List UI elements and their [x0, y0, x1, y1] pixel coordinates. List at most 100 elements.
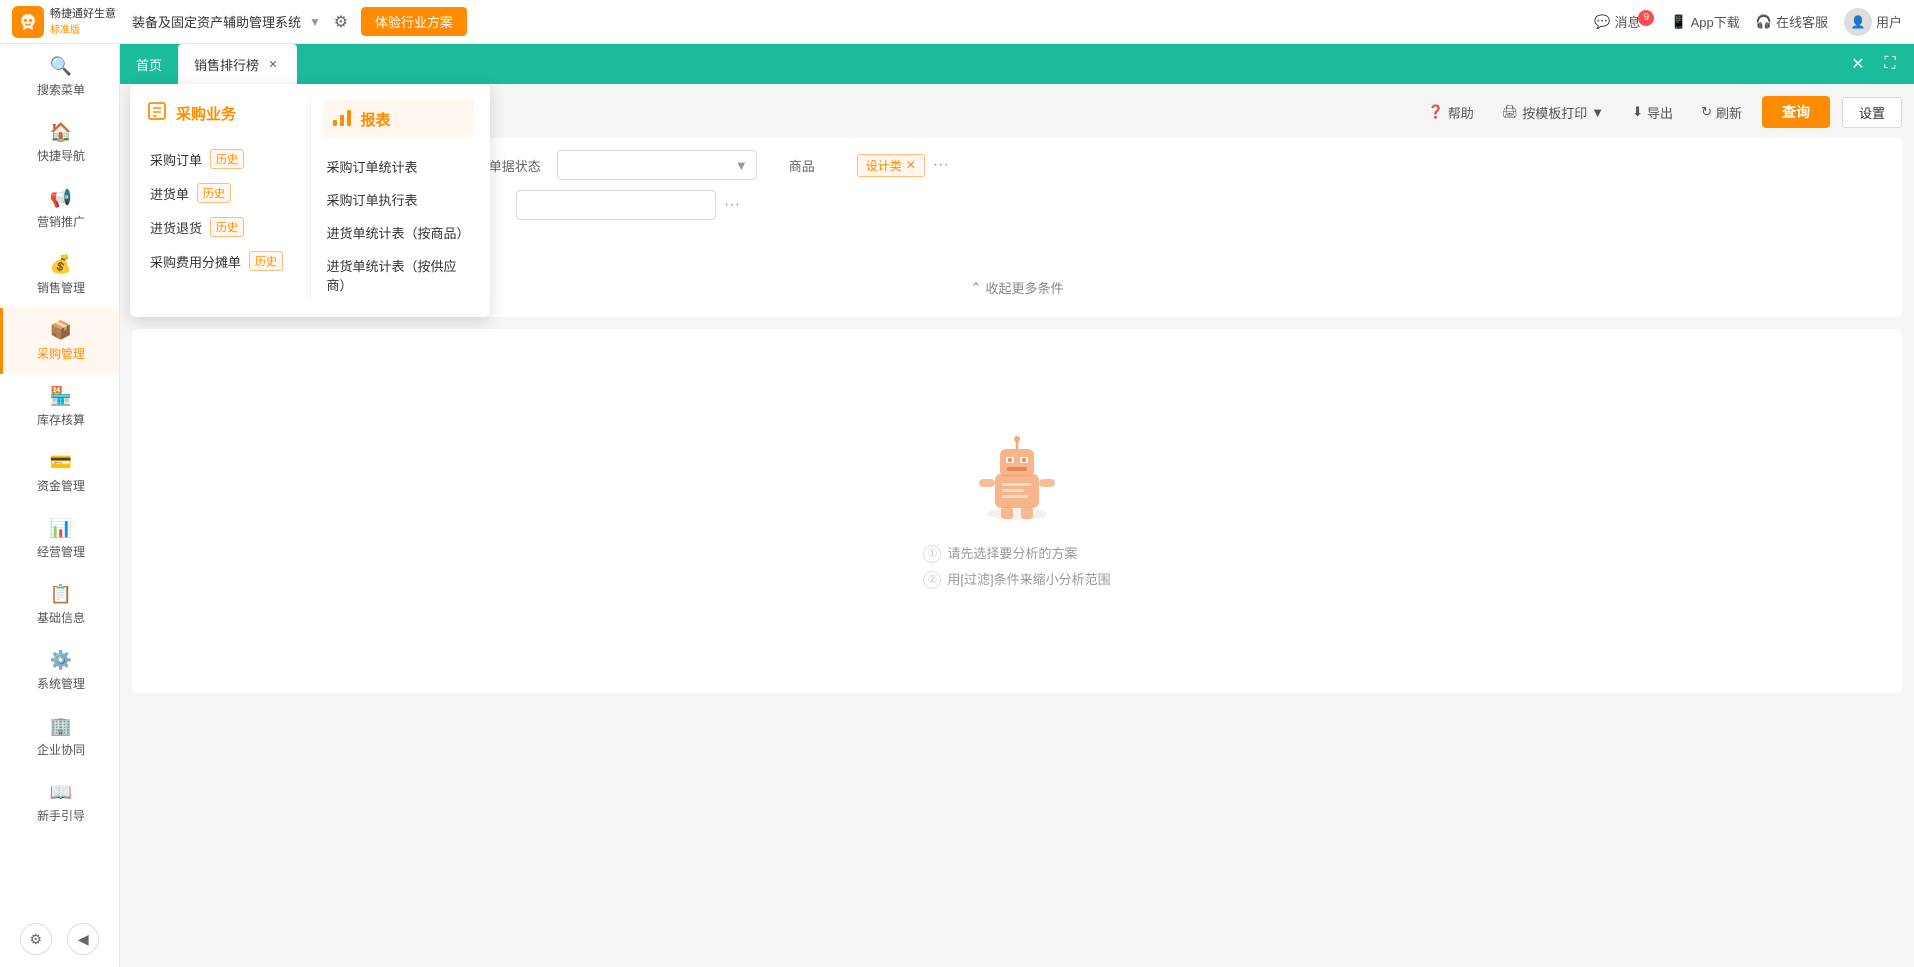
- dropdown-item-label: 进货单统计表（按供应商）: [327, 256, 471, 294]
- query-btn[interactable]: 查询: [1762, 96, 1830, 128]
- app-download-label: App下载: [1691, 12, 1740, 31]
- dropdown-item-label: 进货单统计表（按商品）: [327, 223, 470, 242]
- hint-circle-2: ②: [923, 571, 941, 589]
- dropdown-item-stock-in-stats-supplier[interactable]: 进货单统计表（按供应商）: [323, 249, 475, 301]
- dropdown-item-stock-return[interactable]: 进货退货 历史: [146, 210, 298, 244]
- sidebar-item-finance[interactable]: 💳 资金管理: [0, 440, 119, 506]
- dropdown-item-purchase-order[interactable]: 采购订单 历史: [146, 142, 298, 176]
- print-btn[interactable]: 🖨 按模板打印 ▼: [1494, 99, 1612, 126]
- hint-circle-1: ①: [923, 545, 941, 563]
- marketing-icon: 📢: [50, 188, 72, 209]
- sidebar-item-quick-nav[interactable]: 🏠 快捷导航: [0, 110, 119, 176]
- user-label: 用户: [1876, 12, 1902, 31]
- headset-icon: 🎧: [1756, 14, 1772, 30]
- sidebar-item-sales[interactable]: 💰 销售管理: [0, 242, 119, 308]
- empty-hint-text-1: 请先选择要分析的方案: [947, 541, 1077, 567]
- online-service-label: 在线客服: [1776, 12, 1828, 31]
- footer-collapse-btn[interactable]: ◀: [67, 923, 99, 955]
- results-area: ① 请先选择要分析的方案 ② 用[过滤]条件来缩小分析范围: [132, 329, 1902, 693]
- sidebar-item-guide[interactable]: 📖 新手引导: [0, 770, 119, 836]
- sidebar-item-system[interactable]: ⚙️ 系统管理: [0, 638, 119, 704]
- export-btn[interactable]: ⬇ 导出: [1624, 99, 1681, 126]
- dropdown-purchase-header: 采购业务: [146, 100, 298, 130]
- industry-btn[interactable]: 体验行业方案: [361, 7, 467, 36]
- export-icon: ⬇: [1632, 104, 1643, 120]
- sidebar-item-operation[interactable]: 📊 经营管理: [0, 506, 119, 572]
- dropdown-cols: 采购业务 采购订单 历史 进货单 历史 进货退货 历史 采购费用分摊单 历史: [146, 100, 474, 301]
- sidebar-item-search[interactable]: 🔍 搜索菜单: [0, 44, 119, 110]
- help-btn[interactable]: ❓ 帮助: [1420, 99, 1482, 126]
- logo-badge: 标准版: [50, 21, 116, 36]
- tab-bar: 首页 销售排行榜 ✕ ✕ ⛶: [120, 44, 1914, 84]
- dropdown-col-purchase: 采购业务 采购订单 历史 进货单 历史 进货退货 历史 采购费用分摊单 历史: [146, 100, 298, 301]
- doc-status-select[interactable]: ▼: [557, 150, 757, 180]
- sidebar-item-label-enterprise: 企业协同: [37, 741, 85, 758]
- tab-home[interactable]: 首页: [120, 44, 178, 84]
- collapse-label: 收起更多条件: [985, 278, 1063, 297]
- phone-icon: 📱: [1670, 14, 1686, 30]
- tab-bar-right: ✕ ⛶: [1846, 52, 1914, 76]
- footer-settings-btn[interactable]: ⚙: [20, 923, 52, 955]
- goods-tag-close[interactable]: ✕: [906, 158, 916, 172]
- goods-more-dots[interactable]: ···: [933, 156, 949, 174]
- tab-close-icon[interactable]: ✕: [265, 56, 281, 72]
- doc-status-group: 单据状态 ▼: [489, 150, 757, 180]
- sidebar-item-inventory[interactable]: 🏪 库存核算: [0, 374, 119, 440]
- sidebar-item-enterprise[interactable]: 🏢 企业协同: [0, 704, 119, 770]
- dropdown-item-label: 采购费用分摊单: [150, 252, 241, 271]
- sidebar-item-label-quick-nav: 快捷导航: [37, 147, 85, 164]
- tab-window-close-icon[interactable]: ✕: [1846, 52, 1870, 76]
- sidebar-item-label-search: 搜索菜单: [37, 81, 85, 98]
- sidebar-item-marketing[interactable]: 📢 营销推广: [0, 176, 119, 242]
- sidebar-footer: ⚙ ◀: [0, 911, 119, 967]
- user-action[interactable]: 👤 用户: [1844, 8, 1902, 36]
- system-title: 装备及固定资产辅助管理系统: [132, 12, 301, 31]
- dropdown-item-purchase-order-exec[interactable]: 采购订单执行表: [323, 183, 475, 216]
- dropdown-item-label: 采购订单执行表: [327, 190, 418, 209]
- history-badge-purchase-expense: 历史: [249, 251, 283, 271]
- guide-icon: 📖: [50, 782, 72, 803]
- settings-btn[interactable]: 设置: [1842, 97, 1902, 128]
- salesperson-more-dots[interactable]: ···: [724, 196, 740, 214]
- tab-window-expand-icon[interactable]: ⛶: [1878, 52, 1902, 76]
- help-icon: ❓: [1428, 104, 1444, 120]
- purchase-header-icon: [146, 100, 168, 126]
- collapse-up-icon: ⌃: [971, 280, 982, 296]
- sidebar-item-label-sales: 销售管理: [37, 279, 85, 296]
- top-header: 畅捷通好生意 标准版 装备及固定资产辅助管理系统 ▼ ⚙ 体验行业方案 💬 消息…: [0, 0, 1914, 44]
- dropdown-col-reports: 报表 采购订单统计表 采购订单执行表 进货单统计表（按商品） 进货单统计表（按供…: [323, 100, 475, 301]
- enterprise-icon: 🏢: [50, 716, 72, 737]
- goods-label: 商品: [789, 156, 849, 175]
- message-action[interactable]: 💬 消息 9: [1594, 12, 1654, 31]
- app-download-action[interactable]: 📱 App下载: [1670, 12, 1739, 31]
- dropdown-item-stock-in[interactable]: 进货单 历史: [146, 176, 298, 210]
- dropdown-reports-header: 报表: [323, 100, 475, 138]
- settings-icon[interactable]: ⚙: [329, 10, 353, 34]
- system-icon: ⚙️: [50, 650, 72, 671]
- refresh-btn[interactable]: ↻ 刷新: [1693, 99, 1750, 126]
- sidebar-item-purchase[interactable]: 📦 采购管理: [0, 308, 119, 374]
- help-label: 帮助: [1448, 103, 1474, 122]
- tab-sales-ranking[interactable]: 销售排行榜 ✕: [178, 44, 297, 84]
- dropdown-divider: [310, 100, 311, 301]
- dropdown-reports-title: 报表: [361, 109, 391, 130]
- refresh-label: 刷新: [1716, 103, 1742, 122]
- online-service-action[interactable]: 🎧 在线客服: [1756, 12, 1828, 31]
- sidebar-item-basic-info[interactable]: 📋 基础信息: [0, 572, 119, 638]
- empty-hint-1: ① 请先选择要分析的方案: [923, 541, 1110, 567]
- salesperson-group: 业务员 ···: [448, 190, 740, 220]
- purchase-icon: 📦: [50, 320, 72, 341]
- dropdown-item-purchase-order-stats[interactable]: 采购订单统计表: [323, 150, 475, 183]
- header-center: 装备及固定资产辅助管理系统 ▼ ⚙ 体验行业方案: [132, 7, 1594, 36]
- sidebar-item-label-finance: 资金管理: [37, 477, 85, 494]
- empty-hint-2: ② 用[过滤]条件来缩小分析范围: [923, 567, 1110, 593]
- dropdown-item-stock-in-stats-goods[interactable]: 进货单统计表（按商品）: [323, 216, 475, 249]
- salesperson-select[interactable]: [516, 190, 716, 220]
- tab-sales-ranking-label: 销售排行榜: [194, 55, 259, 74]
- print-label: 按模板打印: [1522, 103, 1587, 122]
- message-badge: 9: [1638, 10, 1654, 26]
- system-dropdown-arrow[interactable]: ▼: [309, 15, 321, 29]
- empty-hint-text-2: 用[过滤]条件来缩小分析范围: [947, 567, 1110, 593]
- dropdown-item-purchase-expense[interactable]: 采购费用分摊单 历史: [146, 244, 298, 278]
- sidebar-item-label-marketing: 营销推广: [37, 213, 85, 230]
